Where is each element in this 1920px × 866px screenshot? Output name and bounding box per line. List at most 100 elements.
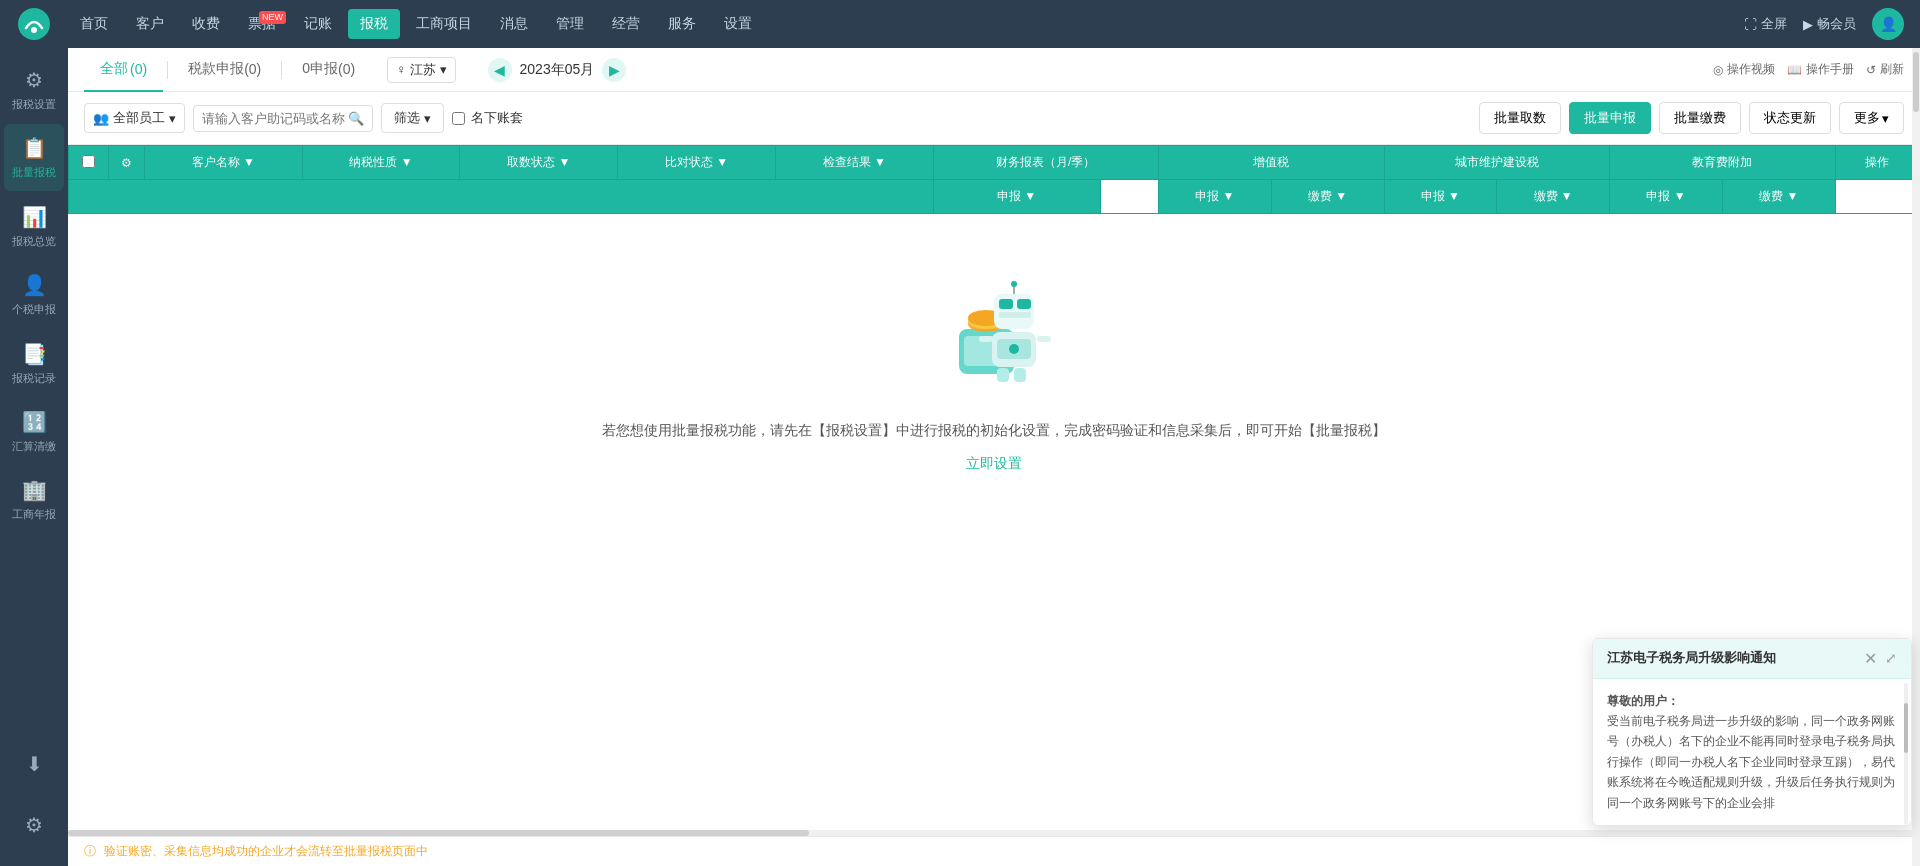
filter-btn[interactable]: 筛选 ▾ [381,103,444,133]
scroll-thumb-h [68,830,809,836]
personal-tax-icon: 👤 [22,271,47,299]
nav-invoice[interactable]: 票据 NEW [236,9,288,39]
notification-scrollbar[interactable] [1903,683,1909,825]
notification-close-x[interactable]: ✕ [1864,649,1877,668]
video-icon: ◎ [1713,63,1723,77]
svg-point-12 [1011,281,1017,287]
nav-message[interactable]: 消息 [488,9,540,39]
chevron-down-icon: ▾ [440,62,447,77]
annual-report-icon: 🏢 [22,476,47,504]
tax-type-header: 纳税性质 ▼ [302,146,460,180]
tab-tax-declaration[interactable]: 税款申报(0) [172,48,277,92]
nav-service[interactable]: 服务 [656,9,708,39]
employee-icon: 👥 [93,111,109,126]
top-navigation: 首页 客户 收费 票据 NEW 记账 报税 工商项目 消息 管理 经营 服务 设… [0,0,1920,48]
nav-business[interactable]: 工商项目 [404,9,484,39]
robot-illustration [934,274,1054,394]
app-logo [16,6,52,42]
svg-rect-16 [979,336,993,342]
svg-point-15 [1009,344,1019,354]
sidebar-item-tax-overview[interactable]: 📊 报税总览 [4,193,64,259]
page-actions: ◎ 操作视频 📖 操作手册 ↺ 刷新 [1713,61,1904,78]
svg-rect-8 [999,299,1013,309]
setup-link[interactable]: 立即设置 [966,455,1022,473]
employee-select[interactable]: 👥 全部员工 ▾ [84,103,185,133]
sidebar-settings[interactable]: ⚙ [4,801,64,852]
nav-billing[interactable]: 收费 [180,9,232,39]
table-sub-header-row: 申报 ▼ 申报 ▼ 缴费 ▼ 申报 ▼ 缴费 ▼ 申报 ▼ 缴费 ▼ [69,180,1920,214]
select-all-checkbox[interactable] [82,155,95,168]
nav-tax[interactable]: 报税 [348,9,400,39]
svg-rect-19 [1014,368,1026,382]
svg-point-1 [31,27,37,33]
scroll-thumb-right [1913,52,1919,112]
nav-settings[interactable]: 设置 [712,9,764,39]
region-label: ♀ 江苏 [396,61,435,79]
batch-fetch-btn[interactable]: 批量取数 [1479,102,1561,134]
date-prev-btn[interactable]: ◀ [488,58,512,82]
nav-items: 首页 客户 收费 票据 NEW 记账 报税 工商项目 消息 管理 经营 服务 设… [68,9,1744,39]
sidebar-item-settlement[interactable]: 🔢 汇算清缴 [4,398,64,464]
tax-records-icon: 📑 [22,340,47,368]
sidebar-item-tax-settings[interactable]: ⚙ 报税设置 [4,56,64,122]
batch-declare-btn[interactable]: 批量申报 [1569,102,1651,134]
svg-rect-9 [1017,299,1031,309]
notification-expand-btn[interactable]: ⤢ [1885,650,1897,666]
nav-home[interactable]: 首页 [68,9,120,39]
batch-pay-btn[interactable]: 批量缴费 [1659,102,1741,134]
operation-video-btn[interactable]: ◎ 操作视频 [1713,61,1775,78]
nav-customer[interactable]: 客户 [124,9,176,39]
fullscreen-icon: ⛶ [1744,17,1757,32]
gear-col-header[interactable]: ⚙ [109,146,145,180]
sidebar-item-personal-tax[interactable]: 👤 个税申报 [4,261,64,327]
nav-accounting[interactable]: 记账 [292,9,344,39]
notification-header: 江苏电子税务局升级影响通知 ✕ ⤢ [1593,639,1911,679]
more-btn[interactable]: 更多 ▾ [1839,102,1904,134]
status-update-btn[interactable]: 状态更新 [1749,102,1831,134]
notification-scroll-thumb [1904,703,1908,753]
right-scrollbar[interactable] [1912,48,1920,866]
education-fee-header: 教育费附加 [1610,146,1836,180]
vat-header: 增值税 [1158,146,1384,180]
nav-manage[interactable]: 管理 [544,9,596,39]
edu-pay-header: 缴费 ▼ [1722,180,1835,214]
region-date-bar: ♀ 江苏 ▾ ◀ 2023年05月 ▶ [387,57,626,83]
svg-rect-17 [1037,336,1051,342]
bottom-bar: ⓘ 验证账密、采集信息均成功的企业才会流转至批量报税页面中 [68,836,1920,866]
toolbar-right: 批量取数 批量申报 批量缴费 状态更新 更多 ▾ [1479,102,1904,134]
refresh-btn[interactable]: ↺ 刷新 [1866,61,1904,78]
more-chevron-icon: ▾ [1882,111,1889,126]
operation-manual-btn[interactable]: 📖 操作手册 [1787,61,1854,78]
search-icon[interactable]: 🔍 [348,111,364,126]
user-avatar[interactable]: 👤 [1872,8,1904,40]
horizontal-scrollbar[interactable] [68,830,1920,836]
tab-zero-declaration[interactable]: 0申报(0) [286,48,371,92]
fullscreen-btn[interactable]: ⛶ 全屏 [1744,15,1787,33]
tab-divider-1 [167,61,168,79]
date-next-btn[interactable]: ▶ [602,58,626,82]
table-body: 若您想使用批量报税功能，请先在【报税设置】中进行报税的初始化设置，完成密码验证和… [69,214,1920,534]
nav-operation[interactable]: 经营 [600,9,652,39]
financial-declare-header: 申报 ▼ [933,180,1100,214]
customer-name-header: 客户名称 ▼ [145,146,303,180]
notification-title: 江苏电子税务局升级影响通知 [1607,649,1776,667]
vip-btn[interactable]: ▶ 畅会员 [1803,15,1856,33]
fetch-status-header: 取数状态 ▼ [460,146,618,180]
account-checkbox-label[interactable]: 名下账套 [452,109,523,127]
sidebar-item-annual-report[interactable]: 🏢 工商年报 [4,466,64,532]
tab-all[interactable]: 全部(0) [84,48,163,92]
search-input[interactable] [202,111,348,126]
checkbox-col-header[interactable] [69,146,109,180]
search-box[interactable]: 🔍 [193,105,373,132]
edu-declare-header: 申报 ▼ [1610,180,1723,214]
region-selector[interactable]: ♀ 江苏 ▾ [387,57,455,83]
batch-tax-icon: 📋 [22,134,47,162]
sidebar-download[interactable]: ⬇ [4,740,64,791]
operation-header: 操作 [1835,146,1919,180]
account-checkbox[interactable] [452,112,465,125]
vat-pay-header: 缴费 ▼ [1271,180,1384,214]
manual-icon: 📖 [1787,63,1802,77]
sidebar-item-batch-tax[interactable]: 📋 批量报税 [4,124,64,190]
sidebar-item-tax-records[interactable]: 📑 报税记录 [4,330,64,396]
filter-chevron-icon: ▾ [424,111,431,126]
